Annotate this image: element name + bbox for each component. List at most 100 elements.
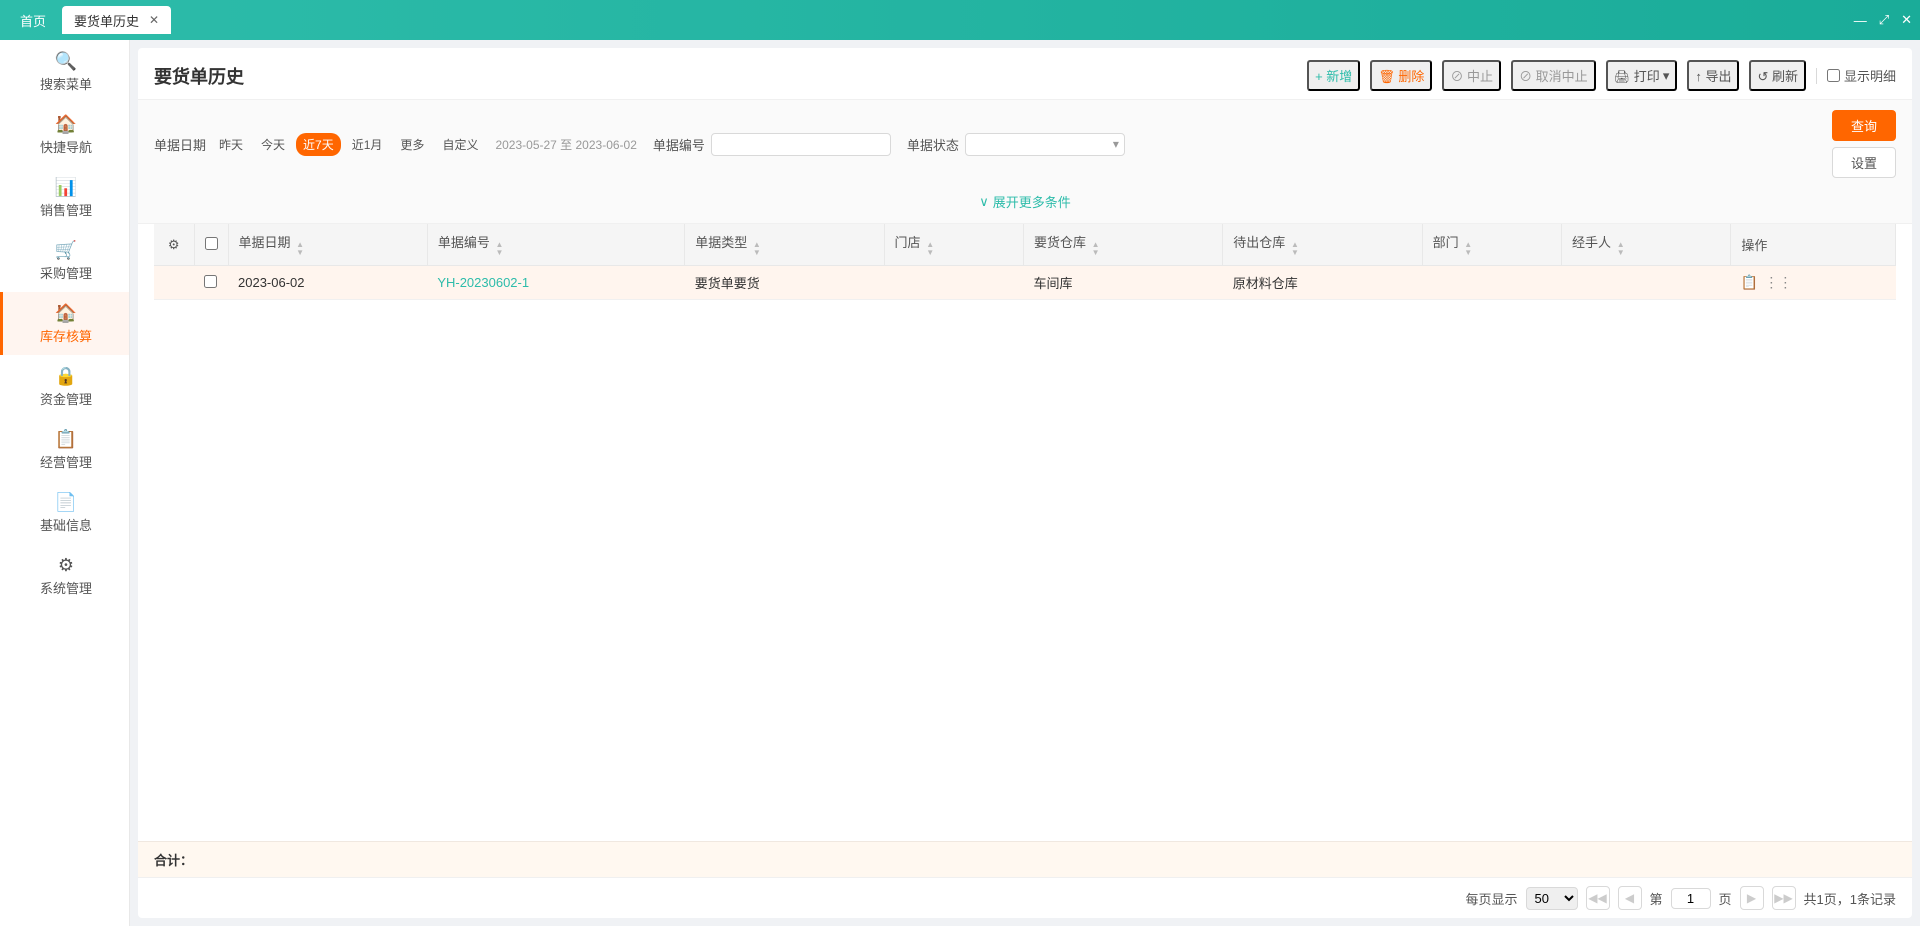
next-page-btn[interactable]: ▶ [1740, 886, 1764, 910]
sidebar-item-system[interactable]: ⚙ 系统管理 [0, 544, 129, 607]
per-page-select[interactable]: 50 10 20 100 [1526, 887, 1578, 910]
row-date: 2023-06-02 [238, 275, 305, 290]
sidebar-item-operations[interactable]: 📋 经营管理 [0, 418, 129, 481]
new-button[interactable]: + 新增 [1307, 60, 1360, 91]
per-page-label: 每页显示 [1465, 889, 1517, 908]
sidebar-item-basic-info[interactable]: 📄 基础信息 [0, 481, 129, 544]
row-date-cell: 2023-06-02 [228, 266, 427, 300]
col-order-no: 单据编号 ▲▼ [427, 224, 684, 266]
row-edit-icon[interactable]: 📋 [1741, 274, 1758, 291]
row-order-no-link[interactable]: YH-20230602-1 [437, 275, 529, 290]
sidebar-item-search-menu[interactable]: 🔍 搜索菜单 [0, 40, 129, 103]
tab-order-history[interactable]: 要货单历史 ✕ [62, 6, 171, 34]
tab-home[interactable]: 首页 [8, 6, 58, 34]
col-handler: 经手人 ▲▼ [1562, 224, 1731, 266]
sidebar-item-purchase[interactable]: 🛒 采购管理 [0, 229, 129, 292]
order-no-search-field: 单据编号 [653, 133, 891, 156]
sidebar-item-inventory[interactable]: 🏠 库存核算 [0, 292, 129, 355]
sidebar-item-label: 资金管理 [40, 389, 92, 408]
row-pending-warehouse-cell: 原材料仓库 [1223, 266, 1422, 300]
tab-order-history-label: 要货单历史 [74, 11, 139, 30]
row-checkbox[interactable] [204, 275, 217, 288]
total-label: 合计： [154, 850, 193, 869]
sort-icon-order-no[interactable]: ▲▼ [495, 241, 503, 257]
row-more-icon[interactable]: ⋮⋮ [1764, 274, 1792, 291]
date-btn-more[interactable]: 更多 [393, 133, 431, 156]
date-range-buttons: 昨天 今天 近7天 近1月 更多 自定义 [212, 133, 485, 156]
col-department-label: 部门 [1433, 235, 1459, 250]
data-table: ⚙ 单据日期 ▲▼ 单据编号 ▲▼ 单据类型 [154, 224, 1896, 300]
sort-icon-order-type[interactable]: ▲▼ [753, 241, 761, 257]
status-select[interactable] [965, 133, 1125, 156]
table-header-row: ⚙ 单据日期 ▲▼ 单据编号 ▲▼ 单据类型 [154, 224, 1896, 266]
col-req-warehouse-label: 要货仓库 [1034, 235, 1086, 250]
delete-button[interactable]: 🗑 删除 [1370, 60, 1432, 91]
page-title: 要货单历史 [154, 63, 244, 89]
settings-button[interactable]: 设置 [1832, 147, 1896, 178]
row-order-type-cell: 要货单要货 [685, 266, 884, 300]
cancel-stop-button[interactable]: ⊘ 取消中止 [1511, 60, 1596, 91]
select-all-checkbox[interactable] [205, 237, 218, 250]
sidebar-item-quick-nav[interactable]: 🏠 快捷导航 [0, 103, 129, 166]
print-button[interactable]: 🖨 打印 ▾ [1606, 60, 1678, 91]
display-detail-toggle[interactable]: 显示明细 [1827, 66, 1896, 85]
row-order-no-cell: YH-20230602-1 [427, 266, 684, 300]
sidebar-item-finance[interactable]: 🔒 资金管理 [0, 355, 129, 418]
sort-icon-department[interactable]: ▲▼ [1464, 241, 1472, 257]
maximize-icon[interactable]: ⤢ [1879, 12, 1889, 28]
sidebar: 🔍 搜索菜单 🏠 快捷导航 📊 销售管理 🛒 采购管理 🏠 库存核算 🔒 资金管… [0, 40, 130, 926]
date-btn-custom[interactable]: 自定义 [435, 133, 485, 156]
sidebar-item-label: 采购管理 [40, 263, 92, 282]
page-label: 第 [1650, 889, 1663, 908]
window-close-icon[interactable]: ✕ [1901, 12, 1912, 28]
query-button[interactable]: 查询 [1832, 110, 1896, 141]
refresh-button[interactable]: ↺ 刷新 [1749, 60, 1806, 91]
expand-more-btn[interactable]: ∨ 展开更多条件 [971, 190, 1079, 213]
col-settings[interactable]: ⚙ [154, 224, 194, 266]
date-label: 单据日期 [154, 135, 206, 154]
quick-nav-icon: 🏠 [55, 115, 77, 133]
page-number-input[interactable] [1671, 888, 1711, 909]
sort-icon-store[interactable]: ▲▼ [926, 241, 934, 257]
sort-icon-pending-warehouse[interactable]: ▲▼ [1291, 241, 1299, 257]
date-btn-1month[interactable]: 近1月 [345, 133, 390, 156]
sort-icon-date[interactable]: ▲▼ [296, 241, 304, 257]
search-menu-icon: 🔍 [55, 52, 77, 70]
date-range-text: 2023-05-27 至 2023-06-02 [495, 136, 636, 153]
col-actions: 操作 [1731, 224, 1896, 266]
row-actions: 📋 ⋮⋮ [1741, 274, 1886, 291]
sort-icon-req-warehouse[interactable]: ▲▼ [1092, 241, 1100, 257]
col-checkbox [194, 224, 228, 266]
sidebar-item-sales[interactable]: 📊 销售管理 [0, 166, 129, 229]
content-area: 要货单历史 + 新增 🗑 删除 ⊘ 中止 ⊘ 取消中止 🖨 打印 ▾ ↑ 导出 … [138, 48, 1912, 918]
last-page-btn[interactable]: ▶▶ [1772, 886, 1796, 910]
tab-close-icon[interactable]: ✕ [149, 13, 159, 27]
row-order-type: 要货单要货 [695, 276, 760, 291]
sort-icon-handler[interactable]: ▲▼ [1617, 241, 1625, 257]
page-header: 要货单历史 + 新增 🗑 删除 ⊘ 中止 ⊘ 取消中止 🖨 打印 ▾ ↑ 导出 … [138, 48, 1912, 100]
date-btn-today[interactable]: 今天 [254, 133, 292, 156]
purchase-icon: 🛒 [55, 241, 77, 259]
order-no-input[interactable] [711, 133, 891, 156]
date-btn-7days[interactable]: 近7天 [296, 133, 341, 156]
export-button[interactable]: ↑ 导出 [1687, 60, 1739, 91]
display-detail-checkbox[interactable] [1827, 69, 1840, 82]
operations-icon: 📋 [55, 430, 77, 448]
minimize-icon[interactable]: — [1854, 13, 1867, 28]
table-row: 2023-06-02 YH-20230602-1 要货单要货 车间库 [154, 266, 1896, 300]
first-page-btn[interactable]: ◀◀ [1586, 886, 1610, 910]
sidebar-item-label: 搜索菜单 [40, 74, 92, 93]
date-btn-yesterday[interactable]: 昨天 [212, 133, 250, 156]
prev-page-btn[interactable]: ◀ [1618, 886, 1642, 910]
row-actions-cell: 📋 ⋮⋮ [1731, 266, 1896, 300]
main-layout: 🔍 搜索菜单 🏠 快捷导航 📊 销售管理 🛒 采购管理 🏠 库存核算 🔒 资金管… [0, 40, 1920, 926]
row-settings-cell [154, 266, 194, 300]
row-req-warehouse-cell: 车间库 [1023, 266, 1222, 300]
order-no-label: 单据编号 [653, 135, 705, 154]
stop-button[interactable]: ⊘ 中止 [1442, 60, 1501, 91]
col-order-type-label: 单据类型 [695, 235, 747, 250]
tab-home-label: 首页 [20, 11, 46, 30]
status-label: 单据状态 [907, 135, 959, 154]
inventory-icon: 🏠 [55, 304, 77, 322]
pagination-bar: 每页显示 50 10 20 100 ◀◀ ◀ 第 页 ▶ ▶▶ 共1页，1条记录 [138, 877, 1912, 918]
